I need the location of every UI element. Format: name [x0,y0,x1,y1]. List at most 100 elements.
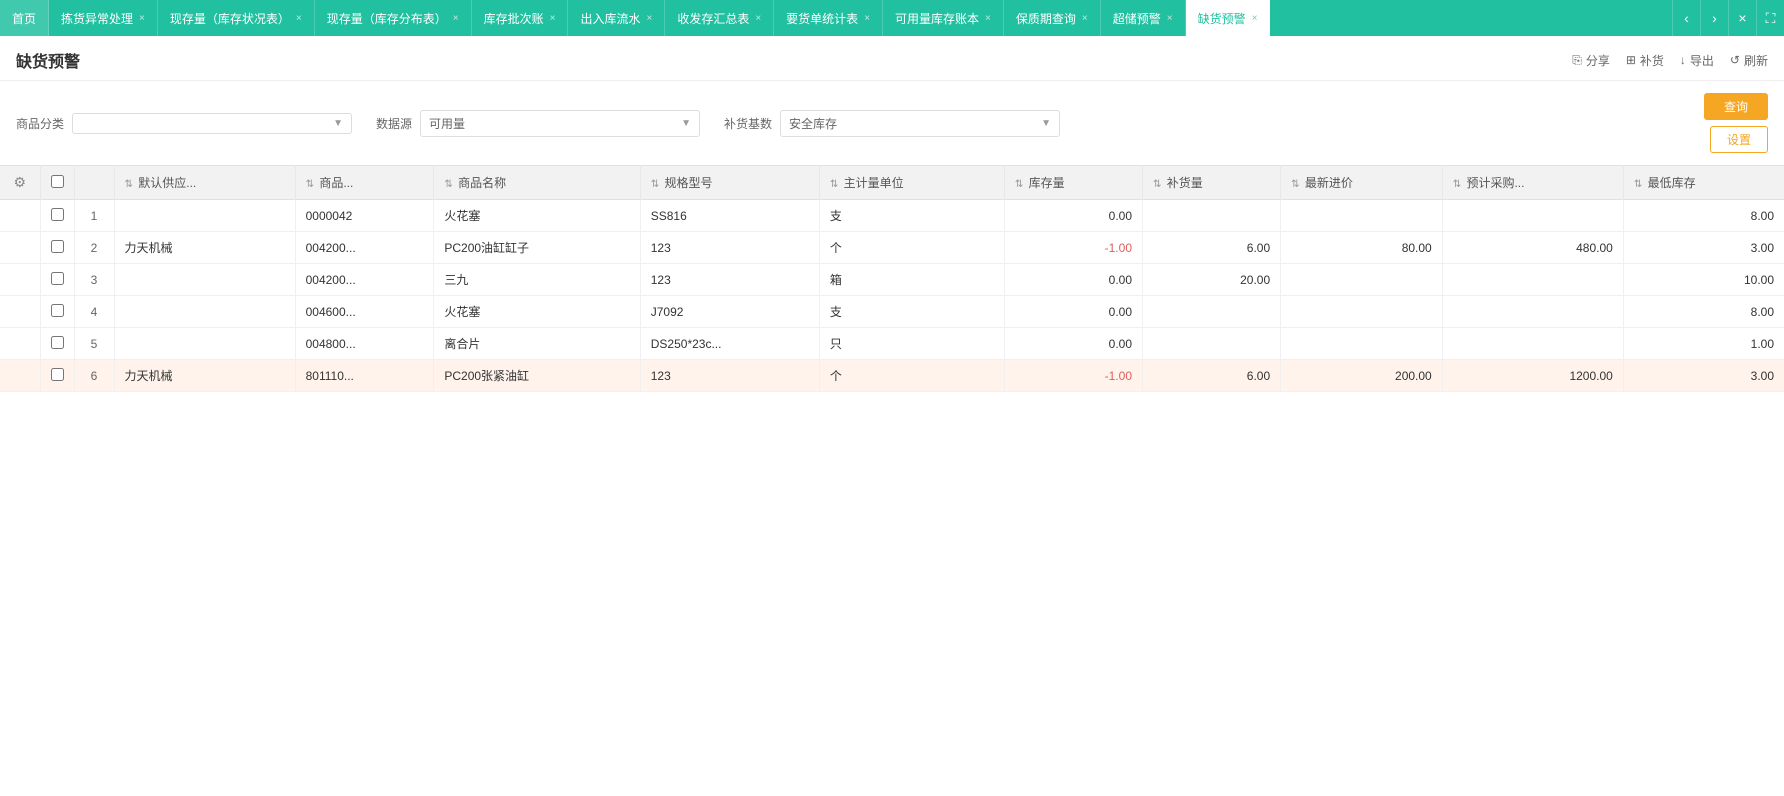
tab-close-abnormal[interactable]: × [139,13,145,24]
column-settings-icon[interactable]: ⚙ [13,174,26,190]
tab-overstock[interactable]: 超储预警 × [1101,0,1186,36]
category-select[interactable]: ▼ [72,113,352,134]
select-all-checkbox[interactable] [51,175,64,188]
row-num-2: 3 [74,264,114,296]
row-num-3: 4 [74,296,114,328]
replenish-base-select[interactable]: 安全库存 ▼ [780,110,1060,137]
sort-icon-est-purchase: ⇅ [1453,179,1461,190]
row-latest-price-5: 200.00 [1281,360,1443,392]
tab-shortage[interactable]: 缺货预警 × [1186,0,1271,36]
settings-button[interactable]: 设置 [1710,126,1768,153]
row-supplier-3 [114,296,295,328]
row-unit-0: 支 [819,200,1004,232]
tab-prev-button[interactable]: ‹ [1672,0,1700,36]
page-header: 缺货预警 ⎘ 分享 ⊞ 补货 ↓ 导出 ↺ 刷新 [0,36,1784,81]
tab-fullscreen-button[interactable]: ⛶ [1756,0,1784,36]
query-button[interactable]: 查询 [1704,93,1768,120]
row-product-code-4: 004800... [295,328,434,360]
tab-close-all-button[interactable]: × [1728,0,1756,36]
row-num-0: 1 [74,200,114,232]
row-check-2[interactable] [51,272,64,285]
row-min-stock-0: 8.00 [1623,200,1784,232]
row-check-3[interactable] [51,304,64,317]
replenish-action[interactable]: ⊞ 补货 [1626,52,1664,69]
row-checkbox-1[interactable] [40,232,74,264]
col-header-replenish-qty: ⇅ 补货量 [1143,166,1281,200]
datasource-select-value: 可用量 [429,115,681,132]
row-checkbox-0[interactable] [40,200,74,232]
tab-close-collection[interactable]: × [755,13,761,24]
col-header-spec: ⇅ 规格型号 [640,166,819,200]
row-product-code-3: 004600... [295,296,434,328]
table-row: 6 力天机械 801110... PC200张紧油缸 123 个 -1.00 6… [0,360,1784,392]
datasource-select[interactable]: 可用量 ▼ [420,110,700,137]
row-checkbox-5[interactable] [40,360,74,392]
row-spec-0: SS816 [640,200,819,232]
category-label: 商品分类 [16,115,64,132]
sort-icon-unit: ⇅ [830,179,838,190]
tab-stock-dist[interactable]: 现存量（库存分布表） × [315,0,472,36]
tab-close-stock-dist[interactable]: × [453,13,459,24]
tab-batch[interactable]: 库存批次账 × [472,0,569,36]
row-replenish-qty-3 [1143,296,1281,328]
tab-next-button[interactable]: › [1700,0,1728,36]
row-est-purchase-2 [1442,264,1623,296]
datasource-filter-group: 数据源 可用量 ▼ [376,110,700,137]
row-unit-2: 箱 [819,264,1004,296]
table-row: 5 004800... 离合片 DS250*23c... 只 0.00 1.00 [0,328,1784,360]
row-min-stock-1: 3.00 [1623,232,1784,264]
sort-icon-replenish-qty: ⇅ [1153,179,1161,190]
replenish-base-value: 安全库存 [789,115,1041,132]
refresh-action[interactable]: ↺ 刷新 [1730,52,1768,69]
export-action[interactable]: ↓ 导出 [1680,52,1714,69]
row-latest-price-1: 80.00 [1281,232,1443,264]
tab-order-stat[interactable]: 要货单统计表 × [774,0,883,36]
row-checkbox-2[interactable] [40,264,74,296]
tab-home[interactable]: 首页 [0,0,49,36]
filter-bar: 商品分类 ▼ 数据源 可用量 ▼ 补货基数 安全库存 ▼ 查询 设置 [0,81,1784,165]
main-content: 缺货预警 ⎘ 分享 ⊞ 补货 ↓ 导出 ↺ 刷新 商品分类 [0,36,1784,796]
row-supplier-4 [114,328,295,360]
row-stock-2: 0.00 [1004,264,1142,296]
row-latest-price-0 [1281,200,1443,232]
tab-available[interactable]: 可用量库存账本 × [883,0,1004,36]
tab-close-shortage[interactable]: × [1252,13,1258,24]
tab-close-available[interactable]: × [985,13,991,24]
tab-inout[interactable]: 出入库流水 × [568,0,665,36]
tab-close-overstock[interactable]: × [1167,13,1173,24]
share-action[interactable]: ⎘ 分享 [1572,52,1610,69]
row-replenish-qty-5: 6.00 [1143,360,1281,392]
row-stock-0: 0.00 [1004,200,1142,232]
chevron-down-icon: ▼ [333,118,343,129]
table-body: 1 0000042 火花塞 SS816 支 0.00 8.00 2 力天机械 0… [0,200,1784,392]
row-spec-5: 123 [640,360,819,392]
tab-close-stock-status[interactable]: × [296,13,302,24]
row-checkbox-3[interactable] [40,296,74,328]
tab-expiry[interactable]: 保质期查询 × [1004,0,1101,36]
row-unit-1: 个 [819,232,1004,264]
col-header-supplier: ⇅ 默认供应... [114,166,295,200]
row-spec-4: DS250*23c... [640,328,819,360]
tab-abnormal[interactable]: 拣货异常处理 × [49,0,158,36]
row-settings-4 [0,328,40,360]
datasource-label: 数据源 [376,115,412,132]
tab-stock-status[interactable]: 现存量（库存状况表） × [158,0,315,36]
table-header-row: ⚙ ⇅ 默认供应... ⇅ 商品... ⇅ [0,166,1784,200]
chevron-down-icon-2: ▼ [681,118,691,129]
row-min-stock-5: 3.00 [1623,360,1784,392]
row-check-0[interactable] [51,208,64,221]
tab-collection[interactable]: 收发存汇总表 × [665,0,774,36]
row-product-code-5: 801110... [295,360,434,392]
tab-close-inout[interactable]: × [646,13,652,24]
row-check-4[interactable] [51,336,64,349]
col-header-est-purchase: ⇅ 预计采购... [1442,166,1623,200]
tab-close-order-stat[interactable]: × [864,13,870,24]
row-checkbox-4[interactable] [40,328,74,360]
row-unit-4: 只 [819,328,1004,360]
tab-close-expiry[interactable]: × [1082,13,1088,24]
tab-close-batch[interactable]: × [550,13,556,24]
filter-actions: 查询 设置 [1704,93,1768,153]
row-check-5[interactable] [51,368,64,381]
row-check-1[interactable] [51,240,64,253]
row-stock-3: 0.00 [1004,296,1142,328]
